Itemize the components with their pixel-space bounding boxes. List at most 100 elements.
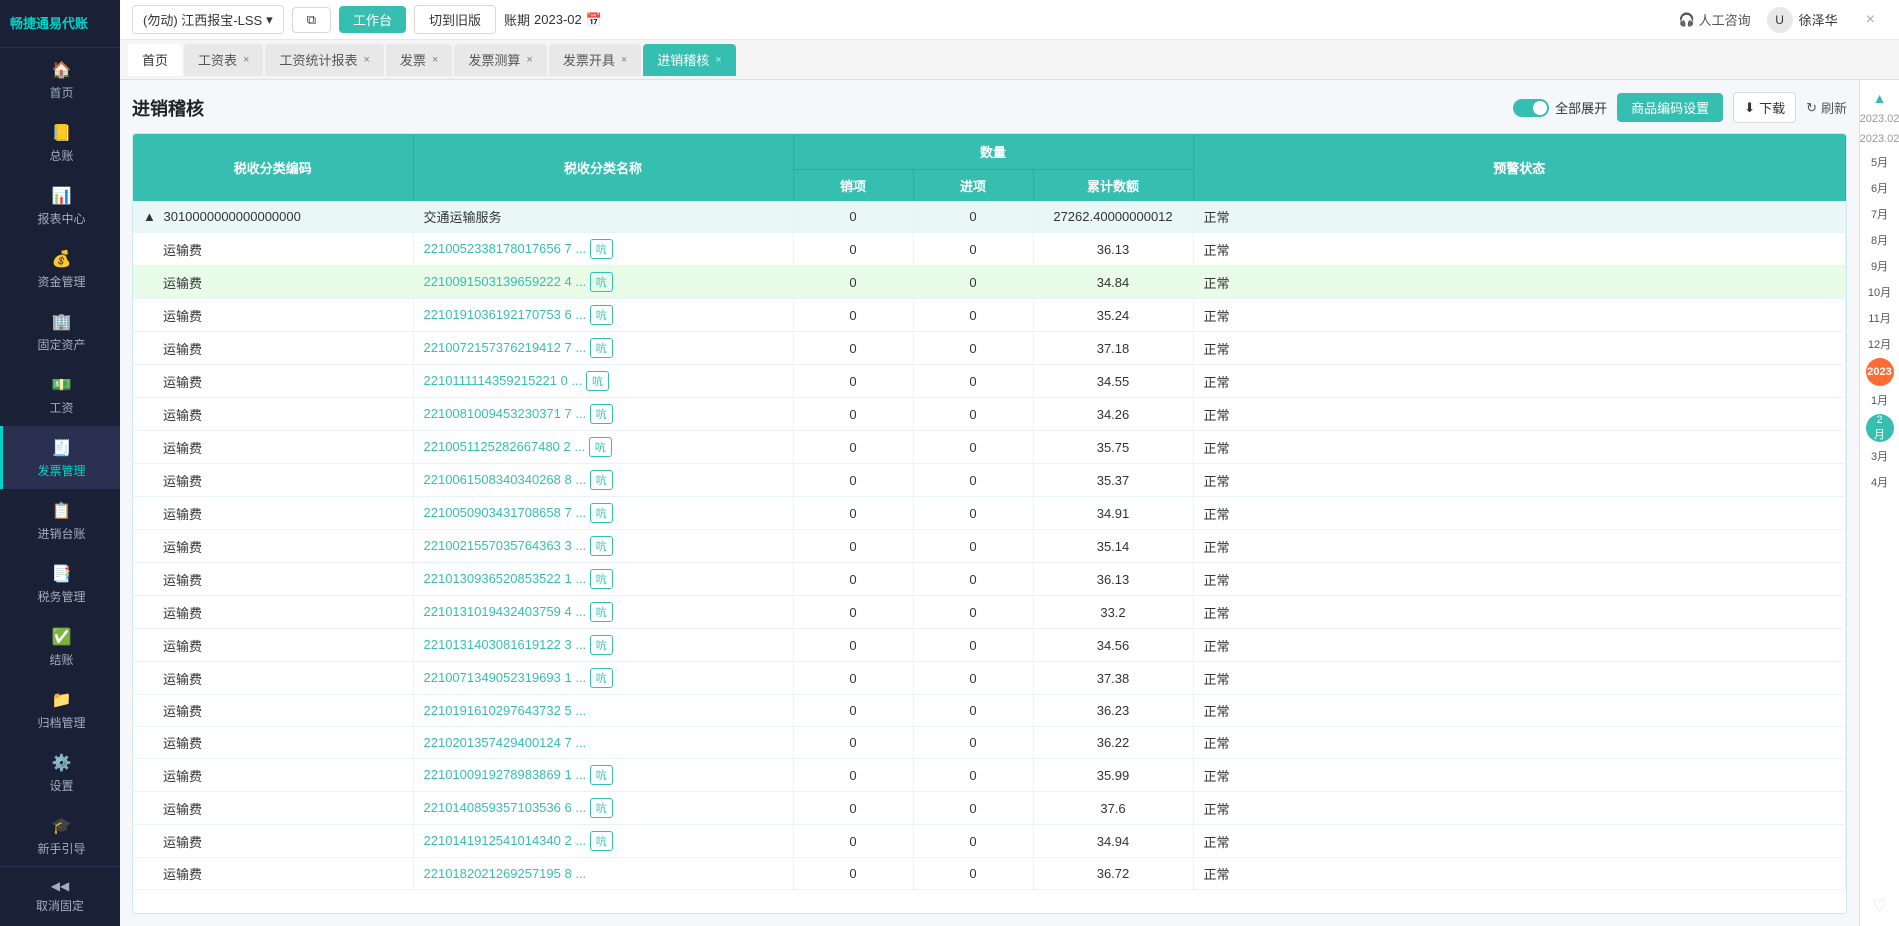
cell-xiao: 0 — [793, 365, 913, 398]
sidebar-item-capital[interactable]: 💰 资金管理 — [0, 237, 120, 300]
tab-invoice[interactable]: 发票 × — [386, 44, 452, 76]
month-1[interactable]: 1月 — [1862, 388, 1898, 412]
support-btn[interactable]: 🎧 人工咨询 — [1678, 10, 1750, 29]
period-display: 账期 2023-02 📅 — [504, 10, 602, 29]
refresh-btn[interactable]: ↻ 刷新 — [1806, 98, 1847, 117]
cell-leiji: 34.26 — [1033, 398, 1193, 431]
cell-status: 正常 — [1193, 858, 1846, 890]
settings-icon: ⚙️ — [52, 753, 72, 773]
pic-tag: 吭 — [590, 536, 613, 556]
calendar-icon[interactable]: 📅 — [586, 12, 602, 28]
th-status: 预警状态 — [1193, 134, 1846, 201]
pic-tag: 吭 — [590, 338, 613, 358]
topbar-right: 🎧 人工咨询 U 徐泽华 × — [1678, 7, 1887, 33]
sidebar-item-assets[interactable]: 🏢 固定资产 — [0, 300, 120, 363]
sidebar-logo: 畅捷通易代账 — [0, 0, 120, 48]
cell-jin: 0 — [913, 695, 1033, 727]
year-2023[interactable]: 2023 — [1866, 358, 1894, 386]
cell-invoice-no: 2210111114359215221 0 ... 吭 — [413, 365, 793, 398]
home-icon: 🏠 — [52, 60, 72, 80]
month-2[interactable]: 2月 — [1866, 414, 1894, 442]
month-7[interactable]: 7月 — [1862, 202, 1898, 226]
cell-leiji: 34.55 — [1033, 365, 1193, 398]
tab-open-close[interactable]: × — [621, 54, 627, 66]
month-3[interactable]: 3月 — [1862, 444, 1898, 468]
month-6[interactable]: 6月 — [1862, 176, 1898, 200]
app-name: 畅捷通易代账 — [10, 16, 88, 32]
close-btn[interactable]: × — [1854, 11, 1887, 29]
month-10[interactable]: 10月 — [1862, 280, 1898, 304]
cell-code: 运输费 — [133, 332, 413, 365]
tab-calc-close[interactable]: × — [526, 54, 532, 66]
expand-icon[interactable]: ▲ — [143, 209, 156, 224]
tab-open[interactable]: 发票开具 × — [549, 44, 641, 76]
cell-code: 运输费 — [133, 431, 413, 464]
cell-invoice-no: 2210201357429400124 7 ... — [413, 727, 793, 759]
sidebar-item-ledger[interactable]: 📒 总账 — [0, 111, 120, 174]
copy-btn[interactable]: ⧉ — [292, 7, 331, 33]
tab-payroll-close[interactable]: × — [243, 54, 249, 66]
tab-home[interactable]: 首页 — [128, 44, 182, 76]
tab-reconcile[interactable]: 进销稽核 × — [643, 44, 735, 76]
table-row: 运输费 2210091503139659222 4 ... 吭 0 0 34.8… — [133, 266, 1846, 299]
th-tax-code: 税收分类编码 — [133, 134, 413, 201]
page-title: 进销稽核 — [132, 95, 204, 121]
table-row: 运输费 2210182021269257195 8 ... 0 0 36.72 … — [133, 858, 1846, 890]
tab-calc[interactable]: 发票测算 × — [454, 44, 546, 76]
cell-code: 运输费 — [133, 233, 413, 266]
chevron-down-icon: ▾ — [266, 12, 273, 28]
heart-icon: ♡ — [1872, 886, 1886, 926]
user-name: 徐泽华 — [1799, 10, 1838, 29]
sidebar-item-settings[interactable]: ⚙️ 设置 — [0, 741, 120, 804]
tab-payroll[interactable]: 工资表 × — [184, 44, 263, 76]
cell-status: 正常 — [1193, 332, 1846, 365]
month-9[interactable]: 9月 — [1862, 254, 1898, 278]
pic-tag: 吭 — [590, 305, 613, 325]
cell-invoice-no: 2210130936520853522 1 ... 吭 — [413, 563, 793, 596]
tab-stats[interactable]: 工资统计报表 × — [265, 44, 383, 76]
table-row: 运输费 2210141912541014340 2 ... 吭 0 0 34.9… — [133, 825, 1846, 858]
headset-icon: 🎧 — [1678, 12, 1694, 28]
tab-reconcile-close[interactable]: × — [715, 54, 721, 66]
table-row: 运输费 2210071349052319693 1 ... 吭 0 0 37.3… — [133, 662, 1846, 695]
cell-invoice-no: 2210021557035764363 3 ... 吭 — [413, 530, 793, 563]
cell-status: 正常 — [1193, 497, 1846, 530]
tab-stats-close[interactable]: × — [363, 54, 369, 66]
expand-toggle[interactable]: 全部展开 — [1513, 98, 1607, 117]
sidebar-item-home[interactable]: 🏠 首页 — [0, 48, 120, 111]
month-11[interactable]: 11月 — [1862, 306, 1898, 330]
cell-xiao: 0 — [793, 201, 913, 233]
month-5[interactable]: 5月 — [1862, 150, 1898, 174]
settlement-icon: ✅ — [52, 627, 72, 647]
sidebar-item-tax[interactable]: 📑 税务管理 — [0, 552, 120, 615]
cell-invoice-no: 2210051125282667480 2 ... 吭 — [413, 431, 793, 464]
company-selector[interactable]: (勿动) 江西报宝-LSS ▾ — [132, 5, 284, 34]
cell-leiji: 36.13 — [1033, 563, 1193, 596]
sidebar-item-sales-ledger[interactable]: 📋 进销台账 — [0, 489, 120, 552]
sidebar-item-archive[interactable]: 📁 归档管理 — [0, 678, 120, 741]
cell-invoice-no: 2210061508340340268 8 ... 吭 — [413, 464, 793, 497]
pic-tag: 吭 — [590, 404, 613, 424]
month-4[interactable]: 4月 — [1862, 470, 1898, 494]
cell-xiao: 0 — [793, 431, 913, 464]
sidebar-item-invoice-mgmt[interactable]: 🧾 发票管理 — [0, 426, 120, 489]
switch-version-btn[interactable]: 切到旧版 — [414, 5, 496, 34]
cell-xiao: 0 — [793, 695, 913, 727]
cell-jin: 0 — [913, 332, 1033, 365]
cell-jin: 0 — [913, 497, 1033, 530]
sidebar-item-label: 工资 — [49, 399, 73, 416]
sidebar-item-guide[interactable]: 🎓 新手引导 — [0, 804, 120, 866]
sidebar-footer[interactable]: ◀◀ 取消固定 — [0, 866, 120, 926]
tab-invoice-close[interactable]: × — [432, 54, 438, 66]
settings-btn[interactable]: 商品编码设置 — [1617, 93, 1723, 122]
sidebar-item-salary[interactable]: 💵 工资 — [0, 363, 120, 426]
month-12[interactable]: 12月 — [1862, 332, 1898, 356]
sidebar-item-report[interactable]: 📊 报表中心 — [0, 174, 120, 237]
sidebar-item-label: 进销台账 — [37, 525, 85, 542]
sidebar-item-settlement[interactable]: ✅ 结账 — [0, 615, 120, 678]
workspace-btn[interactable]: 工作台 — [339, 6, 406, 33]
month-8[interactable]: 8月 — [1862, 228, 1898, 252]
user-menu[interactable]: U 徐泽华 — [1767, 7, 1838, 33]
panel-up-arrow[interactable]: ▲ — [1871, 88, 1889, 108]
download-btn[interactable]: ⬇ 下载 — [1733, 92, 1796, 123]
